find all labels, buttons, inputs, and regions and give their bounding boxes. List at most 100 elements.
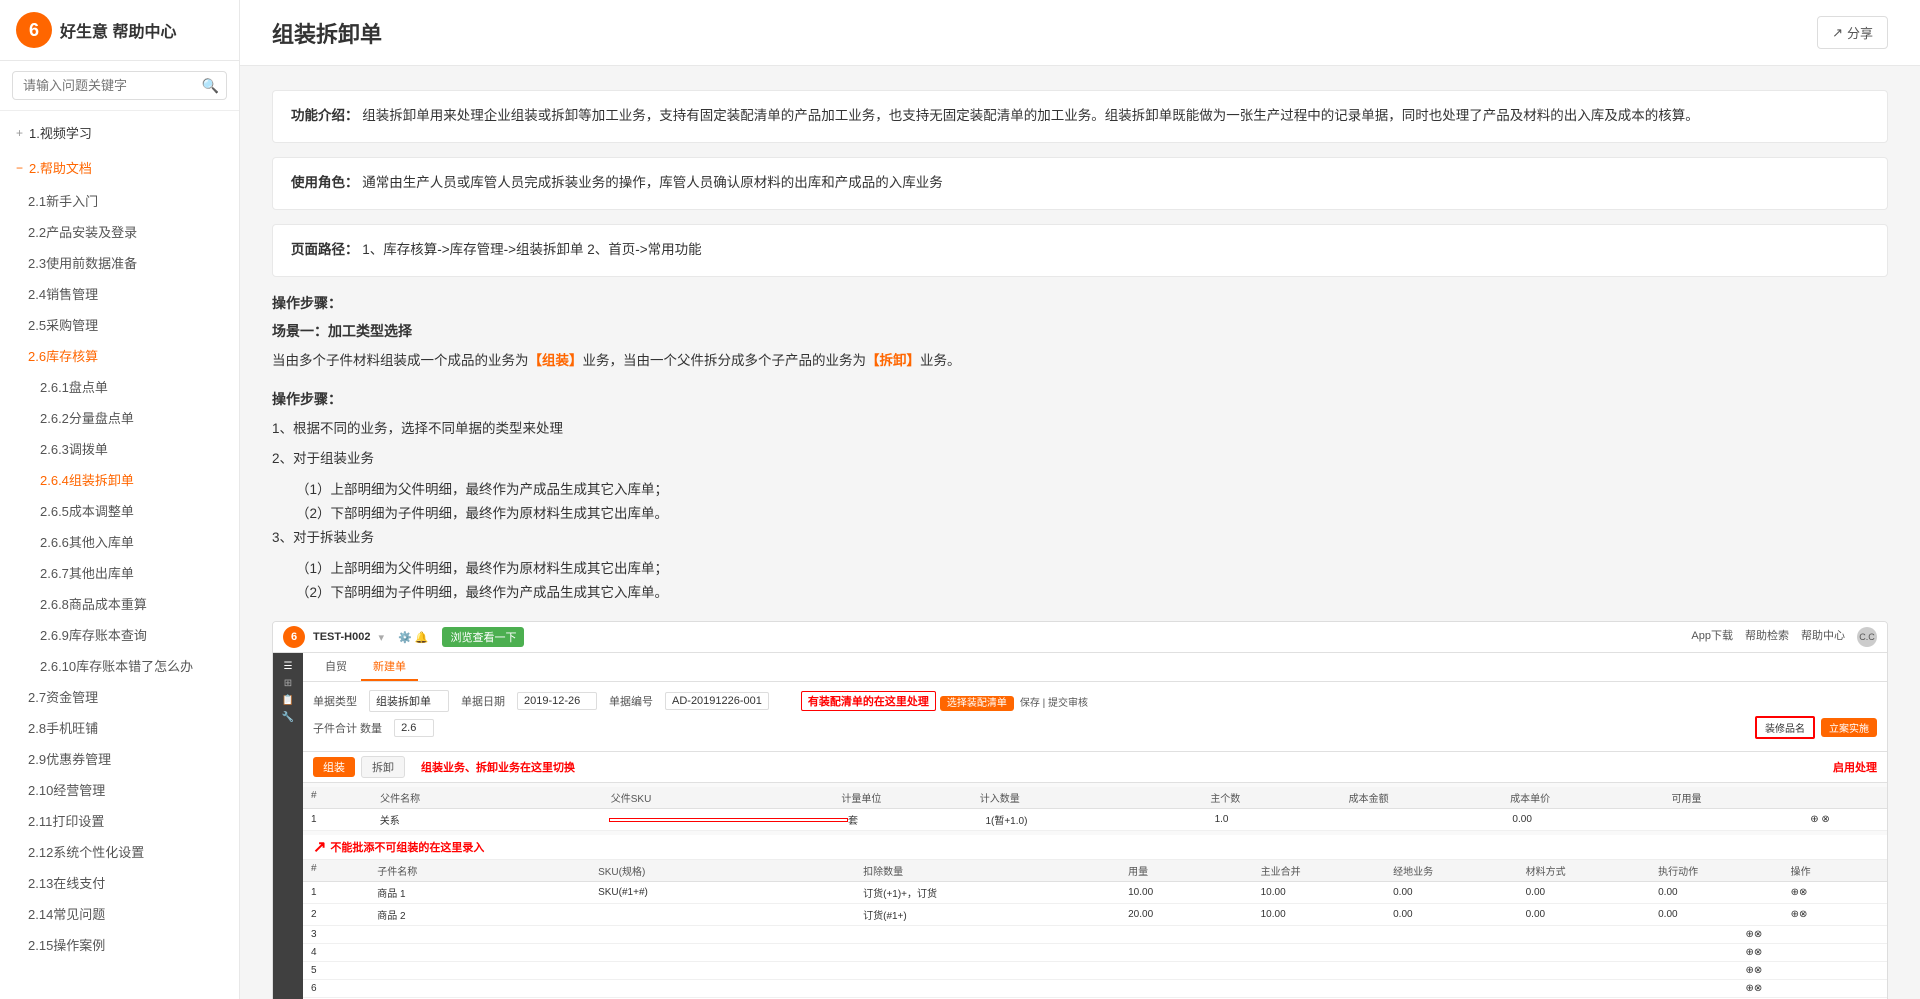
mock-confirm-btn[interactable]: 立案实施	[1821, 718, 1877, 737]
mock-tab-ziyou[interactable]: 自贸	[313, 653, 359, 681]
mock-sidebar-strip: ☰ ⊞ 📋 🔧	[273, 653, 303, 999]
mock-cr2-deduct: 订货(#1+)	[863, 907, 1128, 922]
sidebar-item-266[interactable]: 2.6.6其他入库单	[0, 526, 239, 557]
mock-row2-right: 装修品名 立案实施	[1755, 716, 1877, 739]
sidebar-item-25[interactable]: 2.5采购管理	[0, 309, 239, 340]
step-2-1: （1）上部明细为父件明细，最终作为产成品生成其它入库单；	[272, 478, 1888, 502]
sidebar-item-264[interactable]: 2.6.4组装拆卸单	[0, 464, 239, 495]
mock-form-qty[interactable]: 2.6	[394, 719, 434, 737]
sidebar-item-268[interactable]: 2.6.8商品成本重算	[0, 588, 239, 619]
mock-form-type-label: 单据类型	[313, 693, 357, 709]
sidebar-item-29[interactable]: 2.9优惠券管理	[0, 743, 239, 774]
share-icon: ↗	[1832, 25, 1843, 41]
sidebar-item-213[interactable]: 2.13在线支付	[0, 867, 239, 898]
mock-form-type-input[interactable]: 组装拆卸单	[369, 690, 449, 712]
search-box[interactable]: 🔍	[0, 61, 239, 111]
mock-link-app[interactable]: App下载	[1691, 627, 1733, 647]
sidebar-item-21[interactable]: 2.1新手入门	[0, 185, 239, 216]
share-button[interactable]: ↗ 分享	[1817, 16, 1888, 49]
sidebar-item-214[interactable]: 2.14常见问题	[0, 898, 239, 929]
mock-link-help[interactable]: 帮助检索	[1745, 627, 1789, 647]
mock-cr1-geo: 0.00	[1393, 887, 1526, 898]
mock-th-main-qty: 主个数	[1210, 790, 1348, 805]
mock-btn-choose[interactable]: 选择装配清单	[940, 696, 1014, 711]
mock-cr2-name: 商品 2	[377, 907, 598, 922]
mock-form-num-label: 单据编号	[609, 693, 653, 709]
mock-cth-sku: SKU(规格)	[598, 863, 863, 878]
mock-cr1-method: 0.00	[1526, 887, 1659, 898]
nav-group-title-docs[interactable]: − 2.帮助文档	[0, 150, 239, 185]
mock-annotation-4-row: ↗ 不能批添不可组装的在这里录入	[303, 835, 1887, 860]
intro-text: 组装拆卸单用来处理企业组装或拆卸等加工业务，支持有固定装配清单的产品加工业务，也…	[362, 108, 1699, 123]
mock-form-num-input[interactable]: AD-20191226-001	[665, 692, 769, 710]
sidebar-item-212[interactable]: 2.12系统个性化设置	[0, 836, 239, 867]
mock-tr-p1-idx: 1	[311, 814, 380, 825]
path-block: 页面路径： 1、库存核算->库存管理->组装拆卸单 2、首页->常用功能	[272, 224, 1888, 277]
intro-label: 功能介绍：	[291, 108, 359, 123]
sidebar-item-28[interactable]: 2.8手机旺铺	[0, 712, 239, 743]
ops-steps-title: 操作步骤：	[272, 389, 1888, 409]
sidebar-item-26[interactable]: 2.6库存核算	[0, 340, 239, 371]
sidebar-item-27[interactable]: 2.7资金管理	[0, 681, 239, 712]
mock-browse-btn[interactable]: 浏览查看一下	[442, 627, 524, 647]
mock-th-parent-name: 父件名称	[380, 790, 611, 805]
mock-tr-p1-mainqty: 1.0	[1215, 814, 1352, 825]
main-content: 组装拆卸单 ↗ 分享 功能介绍： 组装拆卸单用来处理企业组装或拆卸等加工业务，支…	[240, 0, 1920, 999]
mock-tr-p1-sku[interactable]	[609, 818, 848, 822]
sidebar-item-210[interactable]: 2.10经营管理	[0, 774, 239, 805]
mock-cr2-action: 0.00	[1658, 909, 1791, 920]
mock-form-date-input[interactable]: 2019-12-26	[517, 692, 597, 710]
nav-group-label-docs: 2.帮助文档	[29, 158, 92, 177]
mock-form-area: 单据类型 组装拆卸单 单据日期 2019-12-26 单据编号 AD-20191…	[303, 682, 1887, 752]
nav-group-title-videos[interactable]: + 1.视频学习	[0, 115, 239, 150]
sidebar-item-265[interactable]: 2.6.5成本调整单	[0, 495, 239, 526]
mock-th-parent-sku: 父件SKU	[611, 790, 842, 805]
mock-th-index: #	[311, 790, 380, 805]
mock-sidebar-icon-3: 📋	[282, 695, 294, 706]
sidebar-item-22[interactable]: 2.2产品安装及登录	[0, 216, 239, 247]
nav-sub-items-docs: 2.1新手入门 2.2产品安装及登录 2.3使用前数据准备 2.4销售管理 2.…	[0, 185, 239, 960]
logo-icon: 6	[16, 12, 52, 48]
mock-link-center[interactable]: 帮助中心	[1801, 627, 1845, 647]
role-label: 使用角色：	[291, 175, 359, 190]
intro-block: 功能介绍： 组装拆卸单用来处理企业组装或拆卸等加工业务，支持有固定装配清单的产品…	[272, 90, 1888, 143]
search-input[interactable]	[12, 71, 227, 100]
mock-type-tab-active[interactable]: 组装	[313, 757, 355, 777]
sidebar-item-267[interactable]: 2.6.7其他出库单	[0, 557, 239, 588]
mock-topbar-icons: ⚙️ 🔔	[398, 631, 428, 644]
nav-prefix-docs: −	[16, 161, 23, 175]
mock-cr3-op: ⊕⊗	[1746, 929, 1879, 940]
sidebar-item-211[interactable]: 2.11打印设置	[0, 805, 239, 836]
mock-tr-p1-op: ⊕ ⊗	[1810, 814, 1879, 825]
content-area: 功能介绍： 组装拆卸单用来处理企业组装或拆卸等加工业务，支持有固定装配清单的产品…	[240, 66, 1920, 999]
sidebar-item-262[interactable]: 2.6.2分量盘点单	[0, 402, 239, 433]
mock-choose-btn[interactable]: 选择装配清单	[940, 694, 1014, 709]
mock-body: ☰ ⊞ 📋 🔧 自贸 新建单	[273, 653, 1887, 999]
mock-type-tab-disassemble[interactable]: 拆卸	[361, 756, 405, 778]
step-1: 1、根据不同的业务，选择不同单据的类型来处理	[272, 417, 1888, 441]
mock-th-ops	[1810, 790, 1879, 805]
mock-cr1-sku: SKU(#1+#)	[598, 887, 863, 898]
mock-red-box-input[interactable]: 装修品名	[1755, 716, 1815, 739]
sidebar-item-269[interactable]: 2.6.9库存账本查询	[0, 619, 239, 650]
mock-child-row-6: 6 ⊕⊗	[303, 980, 1887, 998]
sidebar-item-24[interactable]: 2.4销售管理	[0, 278, 239, 309]
sidebar-item-2610[interactable]: 2.6.10库存账本错了怎么办	[0, 650, 239, 681]
mock-annotation-3: 启用处理	[1833, 759, 1877, 775]
mock-annotation-4: 不能批添不可组装的在这里录入	[330, 839, 484, 855]
sidebar-item-23[interactable]: 2.3使用前数据准备	[0, 247, 239, 278]
mock-cr1-usage: 10.00	[1128, 887, 1261, 898]
nav-prefix-videos: +	[16, 126, 23, 140]
mock-cr2-usage: 20.00	[1128, 909, 1261, 920]
ops-title: 操作步骤：	[272, 293, 1888, 313]
sidebar-item-261[interactable]: 2.6.1盘点单	[0, 371, 239, 402]
step-3: 3、对于拆装业务	[272, 526, 1888, 550]
sidebar-item-215[interactable]: 2.15操作案例	[0, 929, 239, 960]
page-title: 组装拆卸单	[272, 17, 382, 49]
mock-cth-main: 主业合并	[1261, 863, 1394, 878]
mock-arrow-icon: ↗	[313, 837, 326, 857]
mock-cr5-idx: 5	[311, 965, 411, 976]
sidebar-item-263[interactable]: 2.6.3调拨单	[0, 433, 239, 464]
mock-cr1-idx: 1	[311, 887, 377, 898]
mock-tab-new[interactable]: 新建单	[361, 653, 418, 681]
